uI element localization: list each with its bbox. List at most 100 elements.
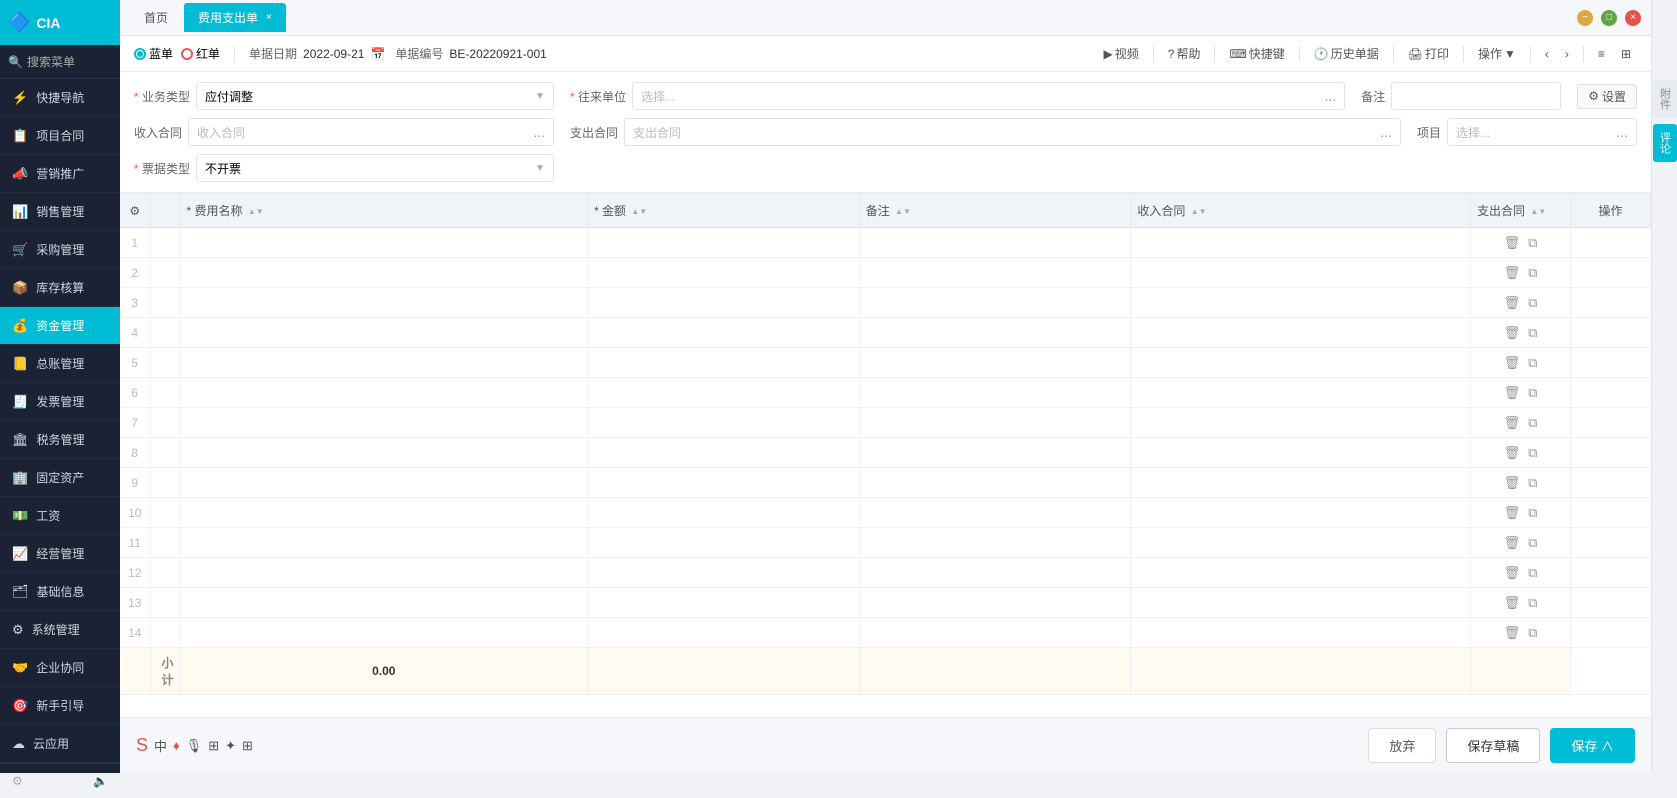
delete-icon-13[interactable]: 🗑 <box>1504 595 1521 611</box>
copy-icon-11[interactable]: ⧉ <box>1528 535 1537 551</box>
delete-icon-5[interactable]: 🗑 <box>1504 355 1521 371</box>
cell-expense-name-4[interactable] <box>150 318 180 348</box>
cell-amount-4[interactable] <box>180 318 588 348</box>
copy-icon-6[interactable]: ⧉ <box>1528 385 1537 401</box>
radio-blue[interactable]: 蓝单 <box>134 45 173 62</box>
cell-amount-8[interactable] <box>180 438 588 468</box>
nav-prev-button[interactable]: ‹ <box>1539 44 1555 64</box>
view-list-button[interactable]: ≡ <box>1592 44 1611 64</box>
cell-amount-12[interactable] <box>180 558 588 588</box>
save-button[interactable]: 保存 ∧ <box>1550 728 1635 763</box>
cell-income-contract-7[interactable] <box>859 408 1131 438</box>
sidebar-item-salary[interactable]: 💵工资 <box>0 497 120 535</box>
cell-expense-name-3[interactable] <box>150 288 180 318</box>
copy-icon-12[interactable]: ⧉ <box>1528 565 1537 581</box>
cell-amount-13[interactable] <box>180 588 588 618</box>
copy-icon-5[interactable]: ⧉ <box>1528 355 1537 371</box>
sort-expense[interactable]: ▲▼ <box>248 207 264 216</box>
sidebar-item-quick-nav[interactable]: ⚡快捷导航 <box>0 79 120 117</box>
sidebar-item-tax-mgmt[interactable]: 🏛税务管理 <box>0 421 120 459</box>
cell-amount-6[interactable] <box>180 378 588 408</box>
sort-expense-contract[interactable]: ▲▼ <box>1530 207 1546 216</box>
delete-icon-4[interactable]: 🗑 <box>1504 325 1521 341</box>
tab-close-expense-bill[interactable]: × <box>266 12 272 23</box>
video-button[interactable]: ▶ 视频 <box>1098 42 1145 65</box>
cell-income-contract-14[interactable] <box>859 618 1131 648</box>
cell-amount-5[interactable] <box>180 348 588 378</box>
cell-expense-contract-10[interactable] <box>1131 498 1471 528</box>
cell-income-contract-13[interactable] <box>859 588 1131 618</box>
tab-home[interactable]: 首页 <box>130 3 182 32</box>
cell-amount-3[interactable] <box>180 288 588 318</box>
delete-icon-3[interactable]: 🗑 <box>1504 295 1521 311</box>
settings-icon[interactable]: ⚙ <box>12 774 23 788</box>
cell-expense-contract-4[interactable] <box>1131 318 1471 348</box>
sidebar-item-capital-mgmt[interactable]: 💰资金管理 <box>0 307 120 345</box>
cell-expense-name-12[interactable] <box>150 558 180 588</box>
copy-icon-14[interactable]: ⧉ <box>1528 625 1537 641</box>
minimize-button[interactable]: − <box>1577 10 1593 26</box>
cell-remark-2[interactable] <box>588 258 860 288</box>
cell-expense-contract-3[interactable] <box>1131 288 1471 318</box>
delete-icon-8[interactable]: 🗑 <box>1504 445 1521 461</box>
view-grid-button[interactable]: ⊞ <box>1615 44 1637 64</box>
sidebar-item-purchase-mgmt[interactable]: 🛒采购管理 <box>0 231 120 269</box>
cell-remark-7[interactable] <box>588 408 860 438</box>
delete-icon-7[interactable]: 🗑 <box>1504 415 1521 431</box>
cell-expense-contract-12[interactable] <box>1131 558 1471 588</box>
cell-amount-11[interactable] <box>180 528 588 558</box>
audio-icon[interactable]: 🔈 <box>93 774 108 788</box>
attachment-panel-btn[interactable]: 附件 <box>1653 80 1677 118</box>
cell-income-contract-10[interactable] <box>859 498 1131 528</box>
invoice-type-input[interactable]: 不开票 ▼ <box>196 154 554 182</box>
cell-remark-5[interactable] <box>588 348 860 378</box>
print-button[interactable]: 🖨 打印 <box>1402 42 1455 65</box>
delete-icon-9[interactable]: 🗑 <box>1504 475 1521 491</box>
partner-input[interactable]: 选择... ... <box>632 82 1345 110</box>
remark-input[interactable] <box>1391 82 1561 110</box>
copy-icon-13[interactable]: ⧉ <box>1528 595 1537 611</box>
cell-income-contract-4[interactable] <box>859 318 1131 348</box>
cell-expense-name-7[interactable] <box>150 408 180 438</box>
cell-remark-13[interactable] <box>588 588 860 618</box>
cell-income-contract-9[interactable] <box>859 468 1131 498</box>
radio-red[interactable]: 红单 <box>181 45 220 62</box>
copy-icon-7[interactable]: ⧉ <box>1528 415 1537 431</box>
cell-expense-name-13[interactable] <box>150 588 180 618</box>
close-button[interactable]: × <box>1625 10 1641 26</box>
cell-amount-14[interactable] <box>180 618 588 648</box>
cell-expense-name-1[interactable] <box>150 228 180 258</box>
cell-remark-10[interactable] <box>588 498 860 528</box>
cell-remark-1[interactable] <box>588 228 860 258</box>
cell-amount-9[interactable] <box>180 468 588 498</box>
delete-icon-1[interactable]: 🗑 <box>1504 235 1521 251</box>
maximize-button[interactable]: □ <box>1601 10 1617 26</box>
sidebar-item-operations-mgmt[interactable]: 📈经营管理 <box>0 535 120 573</box>
cell-expense-contract-2[interactable] <box>1131 258 1471 288</box>
sidebar-item-sales-mgmt[interactable]: 📊销售管理 <box>0 193 120 231</box>
cell-expense-name-5[interactable] <box>150 348 180 378</box>
cell-remark-11[interactable] <box>588 528 860 558</box>
cell-income-contract-8[interactable] <box>859 438 1131 468</box>
date-value[interactable]: 2022-09-21 <box>303 47 364 61</box>
cell-expense-contract-7[interactable] <box>1131 408 1471 438</box>
sort-amount[interactable]: ▲▼ <box>631 207 647 216</box>
delete-icon-6[interactable]: 🗑 <box>1504 385 1521 401</box>
history-button[interactable]: 🕐 历史单据 <box>1308 42 1385 65</box>
expense-contract-more[interactable]: ... <box>1380 124 1392 140</box>
delete-icon-12[interactable]: 🗑 <box>1504 565 1521 581</box>
tab-expense-bill[interactable]: 费用支出单× <box>184 3 286 32</box>
copy-icon-1[interactable]: ⧉ <box>1528 235 1537 251</box>
sidebar-item-new-user-guide[interactable]: 🎯新手引导 <box>0 687 120 725</box>
cell-expense-name-10[interactable] <box>150 498 180 528</box>
cell-remark-14[interactable] <box>588 618 860 648</box>
copy-icon-3[interactable]: ⧉ <box>1528 295 1537 311</box>
shortcuts-button[interactable]: ⌨ 快捷键 <box>1223 42 1290 65</box>
cell-expense-contract-5[interactable] <box>1131 348 1471 378</box>
cell-remark-8[interactable] <box>588 438 860 468</box>
cell-expense-contract-6[interactable] <box>1131 378 1471 408</box>
nav-next-button[interactable]: › <box>1559 44 1575 64</box>
cell-expense-contract-11[interactable] <box>1131 528 1471 558</box>
expense-contract-input[interactable]: 支出合同 ... <box>624 118 1401 146</box>
cell-expense-contract-13[interactable] <box>1131 588 1471 618</box>
